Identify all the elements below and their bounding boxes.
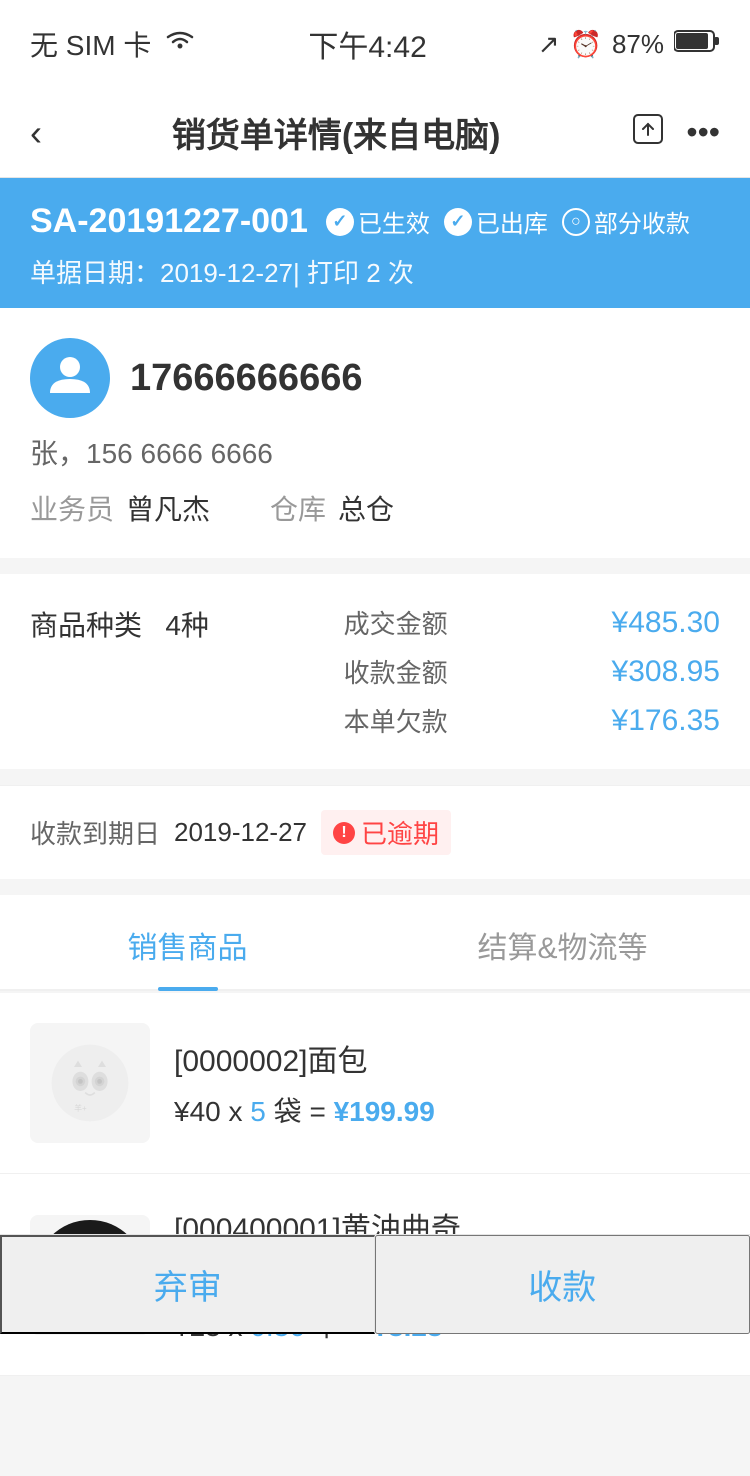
clock-icon: ○ bbox=[562, 208, 590, 236]
avatar-icon bbox=[44, 347, 96, 410]
overdue-text: 已逾期 bbox=[361, 814, 439, 851]
nav-actions: ••• bbox=[630, 111, 720, 155]
product-info-1: [0000002]面包 ¥40 x 5 袋 = ¥199.99 bbox=[174, 1036, 720, 1130]
product-category: 商品种类 4种 bbox=[30, 604, 344, 644]
check-icon-2: ✓ bbox=[444, 208, 472, 236]
battery-icon bbox=[674, 29, 720, 60]
table-row: 羊+ [0000002]面包 ¥40 x 5 袋 = ¥199.99 bbox=[0, 993, 750, 1174]
more-icon[interactable]: ••• bbox=[686, 114, 720, 151]
back-button[interactable]: ‹ bbox=[30, 112, 42, 154]
order-id: SA-20191227-001 bbox=[30, 202, 308, 241]
nav-title: 销货单详情(来自电脑) bbox=[172, 108, 501, 157]
location-icon: ↗ bbox=[538, 29, 560, 60]
overdue-badge: ! 已逾期 bbox=[321, 810, 451, 855]
nav-bar: ‹ 销货单详情(来自电脑) ••• bbox=[0, 88, 750, 178]
status-badges: ✓ 已生效 ✓ 已出库 ○ 部分收款 bbox=[326, 204, 690, 239]
alarm-icon: ⏰ bbox=[570, 29, 602, 60]
header-date-info: 单据日期：2019-12-27| 打印 2 次 bbox=[30, 253, 720, 290]
overdue-date: 2019-12-27 bbox=[174, 817, 307, 848]
share-icon[interactable] bbox=[630, 111, 666, 155]
customer-avatar bbox=[30, 338, 110, 418]
product-price-1: ¥40 x 5 袋 = ¥199.99 bbox=[174, 1090, 720, 1130]
badge-partial-payment: ○ 部分收款 bbox=[562, 204, 690, 239]
salesperson-item: 业务员 曾凡杰 bbox=[30, 488, 210, 528]
tab-sales-products[interactable]: 销售商品 bbox=[0, 895, 375, 989]
warehouse-item: 仓库 总仓 bbox=[270, 488, 394, 528]
badge-shipped: ✓ 已出库 bbox=[444, 204, 548, 239]
receipt-amount-row: 收款金额 ¥308.95 bbox=[344, 653, 720, 690]
overdue-section: 收款到期日 2019-12-27 ! 已逾期 bbox=[0, 785, 750, 879]
status-right: ↗ ⏰ 87% bbox=[538, 29, 720, 60]
debt-amount-row: 本单欠款 ¥176.35 bbox=[344, 702, 720, 739]
tab-settlement[interactable]: 结算&物流等 bbox=[375, 895, 750, 989]
deal-amount-row: 成交金额 ¥485.30 bbox=[344, 604, 720, 641]
overdue-label: 收款到期日 bbox=[30, 814, 160, 851]
bottom-action-bar: 弃审 收款 bbox=[0, 1234, 750, 1334]
tabs: 销售商品 结算&物流等 bbox=[0, 895, 750, 991]
badge-activated: ✓ 已生效 bbox=[326, 204, 430, 239]
cancel-audit-button[interactable]: 弃审 bbox=[0, 1235, 375, 1334]
customer-meta: 业务员 曾凡杰 仓库 总仓 bbox=[30, 488, 720, 528]
customer-name-phone: 张，156 6666 6666 bbox=[30, 432, 720, 472]
overdue-dot-icon: ! bbox=[333, 822, 355, 844]
header-banner: SA-20191227-001 ✓ 已生效 ✓ 已出库 ○ 部分收款 单据日期：… bbox=[0, 178, 750, 308]
wifi-icon bbox=[163, 28, 197, 61]
status-left: 无 SIM 卡 bbox=[30, 24, 197, 64]
battery-label: 87% bbox=[612, 29, 664, 60]
check-icon-1: ✓ bbox=[326, 208, 354, 236]
product-name-1: [0000002]面包 bbox=[174, 1036, 720, 1080]
stats-section: 商品种类 4种 成交金额 ¥485.30 收款金额 ¥308.95 本单欠款 ¥… bbox=[0, 574, 750, 769]
product-thumbnail-1: 羊+ bbox=[30, 1023, 150, 1143]
customer-section: 17666666666 张，156 6666 6666 业务员 曾凡杰 仓库 总… bbox=[0, 308, 750, 558]
svg-text:羊+: 羊+ bbox=[74, 1103, 87, 1113]
status-time: 下午4:42 bbox=[308, 22, 426, 66]
stats-left: 商品种类 4种 bbox=[30, 604, 344, 739]
status-bar: 无 SIM 卡 下午4:42 ↗ ⏰ 87% bbox=[0, 0, 750, 88]
carrier-label: 无 SIM 卡 bbox=[30, 24, 151, 64]
stats-right: 成交金额 ¥485.30 收款金额 ¥308.95 本单欠款 ¥176.35 bbox=[344, 604, 720, 739]
collect-payment-button[interactable]: 收款 bbox=[375, 1235, 750, 1334]
customer-phone: 17666666666 bbox=[130, 357, 362, 400]
